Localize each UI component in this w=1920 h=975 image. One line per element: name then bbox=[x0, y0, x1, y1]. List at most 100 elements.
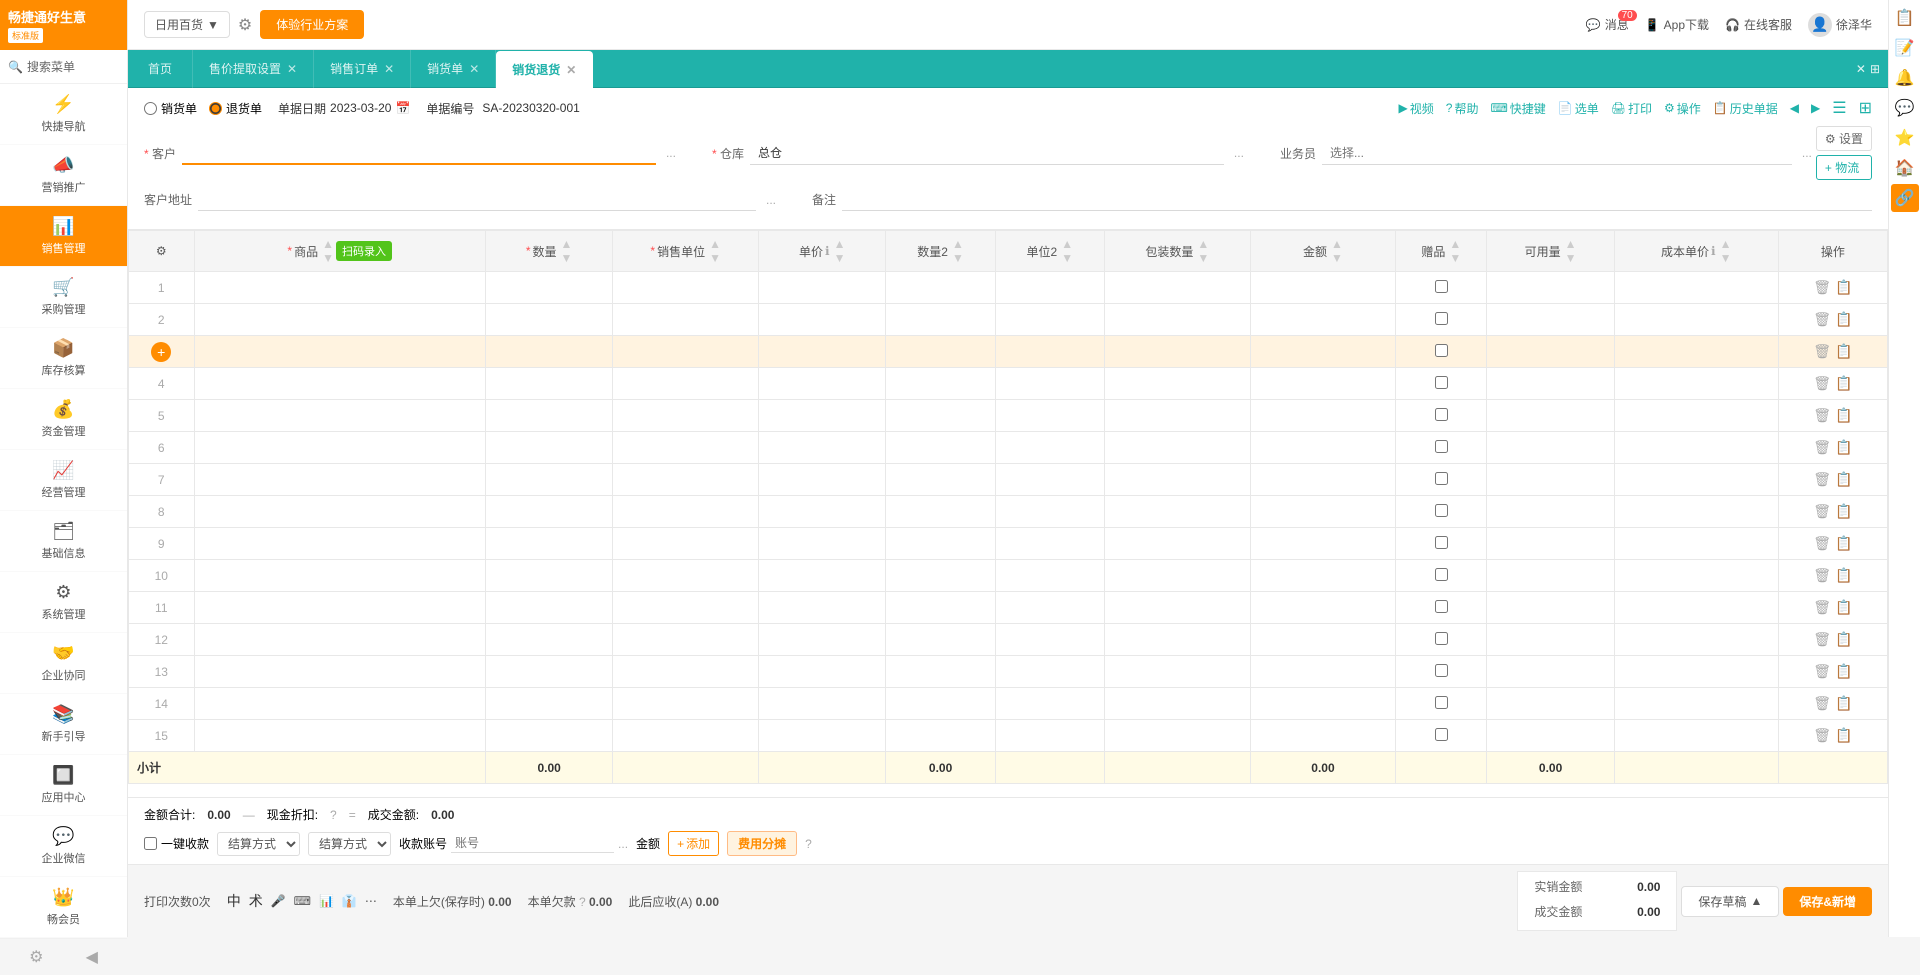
delete-row-button[interactable]: 🗑 bbox=[1811, 533, 1833, 554]
unit-sort[interactable]: ▲▼ bbox=[709, 237, 721, 265]
one-click-checkbox-input[interactable] bbox=[144, 837, 157, 850]
amount-cell[interactable] bbox=[1250, 336, 1396, 368]
payment-method-select[interactable]: 结算方式 bbox=[217, 832, 300, 856]
unit2-sort[interactable]: ▲▼ bbox=[1061, 237, 1073, 265]
cost-price-cell[interactable] bbox=[1614, 432, 1778, 464]
unit-cell[interactable] bbox=[613, 336, 759, 368]
avail-cell[interactable] bbox=[1487, 432, 1614, 464]
pack-qty-cell[interactable] bbox=[1104, 432, 1250, 464]
unit-cell[interactable] bbox=[613, 272, 759, 304]
gift-cell[interactable] bbox=[1396, 464, 1487, 496]
qty2-cell[interactable] bbox=[886, 528, 995, 560]
unit2-cell[interactable] bbox=[995, 368, 1104, 400]
qty-cell[interactable] bbox=[485, 400, 612, 432]
qty2-cell[interactable] bbox=[886, 304, 995, 336]
product-cell[interactable] bbox=[194, 592, 485, 624]
unit2-cell[interactable] bbox=[995, 336, 1104, 368]
unit2-cell[interactable] bbox=[995, 400, 1104, 432]
pack-sort[interactable]: ▲▼ bbox=[1197, 237, 1209, 265]
pack-qty-cell[interactable] bbox=[1104, 272, 1250, 304]
price-cell[interactable] bbox=[759, 368, 886, 400]
qty2-cell[interactable] bbox=[886, 336, 995, 368]
unit-cell[interactable] bbox=[613, 592, 759, 624]
qty2-cell[interactable] bbox=[886, 464, 995, 496]
amount-cell[interactable] bbox=[1250, 432, 1396, 464]
tab-sales-order[interactable]: 销售订单 ✕ bbox=[314, 50, 411, 88]
price-cell[interactable] bbox=[759, 528, 886, 560]
delete-row-button[interactable]: 🗑 bbox=[1811, 277, 1833, 298]
gift-checkbox[interactable] bbox=[1435, 344, 1448, 357]
product-cell[interactable] bbox=[194, 656, 485, 688]
gift-cell[interactable] bbox=[1396, 720, 1487, 752]
gift-cell[interactable] bbox=[1396, 304, 1487, 336]
qty2-cell[interactable] bbox=[886, 624, 995, 656]
message-button[interactable]: 💬 消息 70 bbox=[1586, 16, 1629, 33]
cost-price-cell[interactable] bbox=[1614, 336, 1778, 368]
pack-qty-cell[interactable] bbox=[1104, 368, 1250, 400]
gift-checkbox[interactable] bbox=[1435, 280, 1448, 293]
right-panel-btn-2[interactable]: 📝 bbox=[1891, 34, 1919, 62]
close-icon[interactable]: ✕ bbox=[287, 62, 297, 76]
unit-cell[interactable] bbox=[613, 304, 759, 336]
unit-cell[interactable] bbox=[613, 464, 759, 496]
unit-cell[interactable] bbox=[613, 400, 759, 432]
pack-qty-cell[interactable] bbox=[1104, 400, 1250, 432]
copy-row-button[interactable]: 📋 bbox=[1833, 373, 1854, 394]
sidebar-item-sales[interactable]: 📊 销售管理 bbox=[0, 206, 127, 267]
product-cell[interactable] bbox=[194, 336, 485, 368]
price-cell[interactable] bbox=[759, 432, 886, 464]
qty2-cell[interactable] bbox=[886, 560, 995, 592]
unit-cell[interactable] bbox=[613, 432, 759, 464]
avail-cell[interactable] bbox=[1487, 368, 1614, 400]
qty-cell[interactable] bbox=[485, 624, 612, 656]
unit2-cell[interactable] bbox=[995, 656, 1104, 688]
sidebar-item-wechat[interactable]: 💬 企业微信 bbox=[0, 816, 127, 877]
one-click-payment-checkbox[interactable]: 一键收款 bbox=[144, 835, 209, 852]
qty-cell[interactable] bbox=[485, 656, 612, 688]
salesperson-input[interactable] bbox=[1322, 142, 1792, 165]
toolbar-help-btn[interactable]: ? 帮助 bbox=[1446, 100, 1479, 117]
gift-checkbox[interactable] bbox=[1435, 504, 1448, 517]
unit-cell[interactable] bbox=[613, 624, 759, 656]
sidebar-item-appcenter[interactable]: 🔲 应用中心 bbox=[0, 755, 127, 816]
gift-checkbox[interactable] bbox=[1435, 440, 1448, 453]
qty2-cell[interactable] bbox=[886, 432, 995, 464]
product-cell[interactable] bbox=[194, 368, 485, 400]
online-service-button[interactable]: 🎧 在线客服 bbox=[1725, 16, 1792, 33]
unit2-cell[interactable] bbox=[995, 592, 1104, 624]
close-icon[interactable]: ✕ bbox=[469, 62, 479, 76]
close-icon[interactable]: ✕ bbox=[384, 62, 394, 76]
tab-home[interactable]: 首页 bbox=[128, 50, 193, 88]
radio-sale-input[interactable] bbox=[144, 102, 157, 115]
copy-row-button[interactable]: 📋 bbox=[1833, 597, 1854, 618]
gift-checkbox[interactable] bbox=[1435, 568, 1448, 581]
gift-sort[interactable]: ▲▼ bbox=[1449, 237, 1461, 265]
unit2-cell[interactable] bbox=[995, 624, 1104, 656]
avail-cell[interactable] bbox=[1487, 400, 1614, 432]
price-cell[interactable] bbox=[759, 560, 886, 592]
avail-cell[interactable] bbox=[1487, 528, 1614, 560]
unit-cell[interactable] bbox=[613, 720, 759, 752]
toolbar-history-btn[interactable]: 📋 历史单据 bbox=[1713, 100, 1778, 117]
copy-row-button[interactable]: 📋 bbox=[1833, 309, 1854, 330]
price-cell[interactable] bbox=[759, 688, 886, 720]
price-cell[interactable] bbox=[759, 656, 886, 688]
close-icon[interactable]: ✕ bbox=[566, 63, 576, 77]
qty-cell[interactable] bbox=[485, 464, 612, 496]
qty2-cell[interactable] bbox=[886, 272, 995, 304]
cost-price-cell[interactable] bbox=[1614, 688, 1778, 720]
unit-cell[interactable] bbox=[613, 528, 759, 560]
keyboard-icon[interactable]: ⌨ bbox=[294, 894, 311, 908]
add-fee-button[interactable]: + 添加 bbox=[668, 831, 719, 856]
view-grid-icon[interactable]: ⊞ bbox=[1859, 98, 1872, 118]
nav-prev-icon[interactable]: ◀ bbox=[1790, 101, 1799, 115]
gift-checkbox[interactable] bbox=[1435, 536, 1448, 549]
gift-cell[interactable] bbox=[1396, 432, 1487, 464]
unit2-cell[interactable] bbox=[995, 272, 1104, 304]
product-cell[interactable] bbox=[194, 304, 485, 336]
gift-cell[interactable] bbox=[1396, 592, 1487, 624]
price-cell[interactable] bbox=[759, 400, 886, 432]
right-panel-btn-6[interactable]: 🏠 bbox=[1891, 154, 1919, 182]
gift-checkbox[interactable] bbox=[1435, 408, 1448, 421]
amount-cell[interactable] bbox=[1250, 496, 1396, 528]
